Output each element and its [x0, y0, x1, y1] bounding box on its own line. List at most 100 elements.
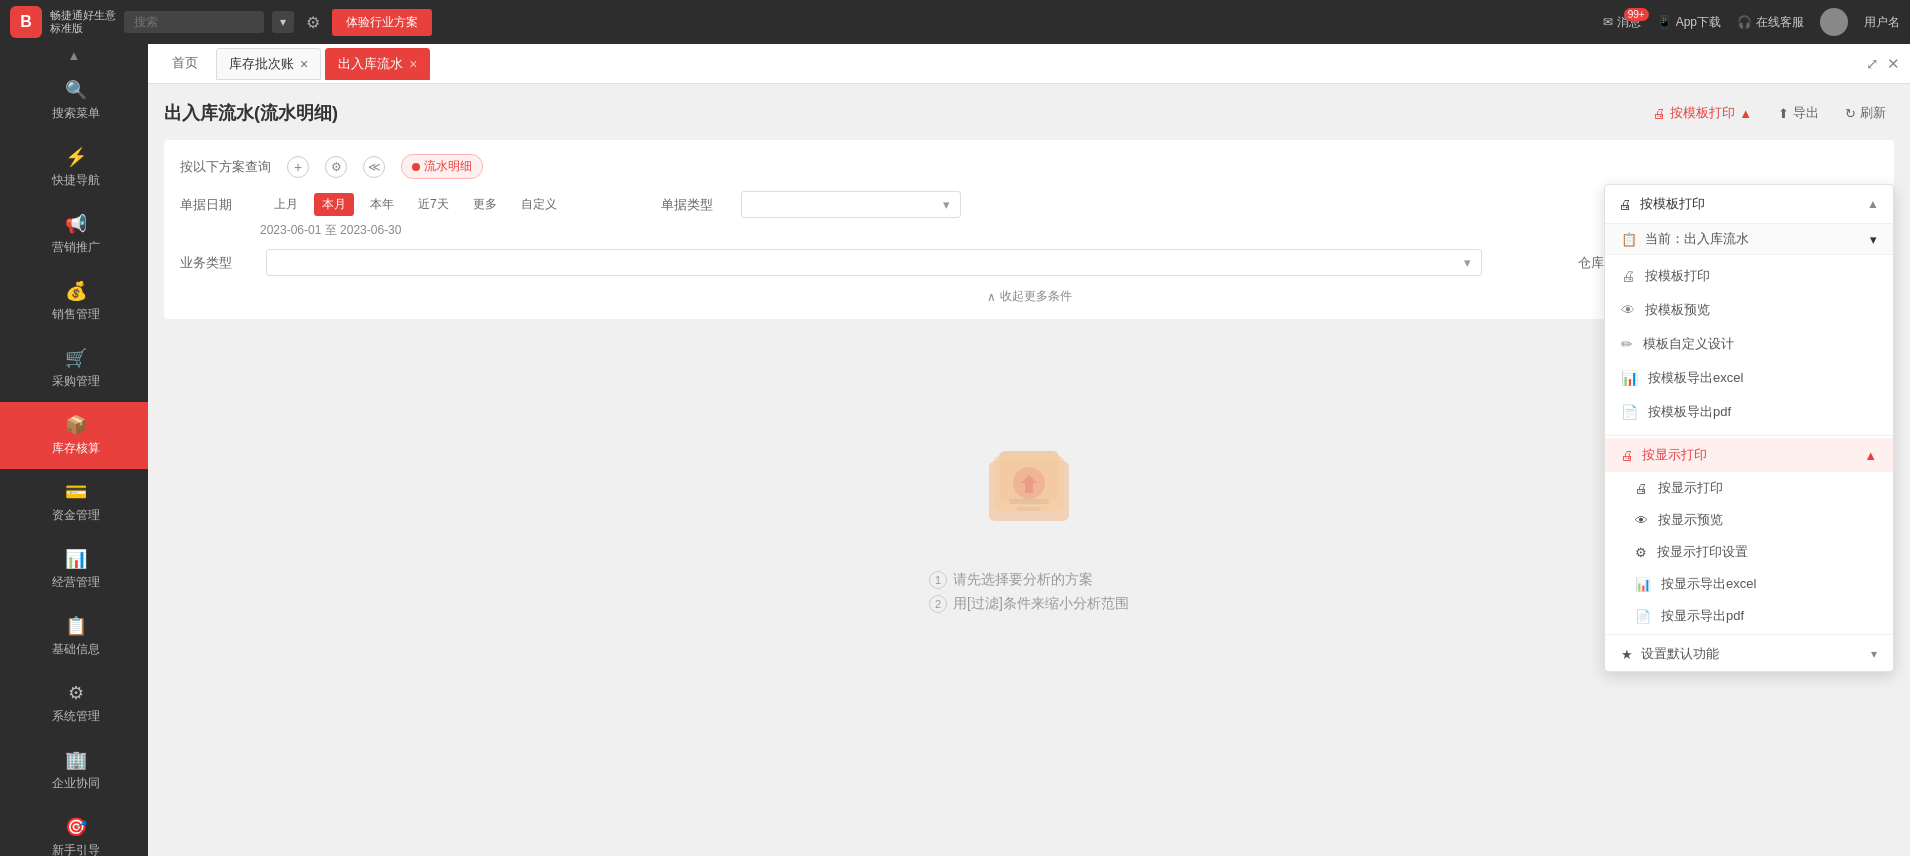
message-badge: 99+	[1624, 8, 1649, 21]
doc-type-select[interactable]: ▾	[741, 191, 961, 218]
template-preview-icon: 👁	[1621, 302, 1635, 318]
template-custom-icon: ✏	[1621, 336, 1633, 352]
business-type-select[interactable]: ▾	[266, 249, 1482, 276]
sidebar-item-label: 经营管理	[52, 574, 100, 591]
tab-close-flow-detail[interactable]: ×	[409, 56, 417, 72]
page-actions: 🖨 按模板打印 ▲ ⬆ 导出 ↻ 刷新	[1645, 100, 1894, 126]
filter-add-button[interactable]: +	[287, 156, 309, 178]
page-header: 出入库流水(流水明细) 🖨 按模板打印 ▲ ⬆ 导出 ↻ 刷新	[164, 100, 1894, 126]
search-menu-icon: 🔍	[65, 79, 87, 101]
sidebar-scroll-up[interactable]: ▲	[0, 44, 148, 67]
display-export-pdf-button[interactable]: 📄 按显示导出pdf	[1605, 600, 1893, 632]
date-btn-last-7-days[interactable]: 近7天	[410, 193, 457, 216]
flow-detail-tag[interactable]: 流水明细	[401, 154, 483, 179]
page-content: 出入库流水(流水明细) 🖨 按模板打印 ▲ ⬆ 导出 ↻ 刷新	[148, 84, 1910, 856]
export-icon: ⬆	[1778, 106, 1789, 121]
filter-collapse-button[interactable]: ≪	[363, 156, 385, 178]
filter-row-top: 按以下方案查询 + ⚙ ≪ 流水明细	[180, 154, 1878, 179]
sidebar-item-label: 新手引导	[52, 842, 100, 856]
app-download-button[interactable]: 📱 App下载	[1657, 14, 1721, 31]
template-export-excel-icon: 📊	[1621, 370, 1638, 386]
marketing-icon: 📢	[65, 213, 87, 235]
empty-state-illustration	[969, 431, 1089, 551]
tab-flow-detail[interactable]: 出入库流水 ×	[325, 48, 430, 80]
sidebar-item-label: 搜索菜单	[52, 105, 100, 122]
display-print-section-header[interactable]: 🖨 按显示打印 ▲	[1605, 438, 1893, 472]
sidebar-item-inventory[interactable]: 📦 库存核算	[0, 402, 148, 469]
current-dropdown-arrow: ▾	[1870, 232, 1877, 247]
date-btn-this-year[interactable]: 本年	[362, 193, 402, 216]
sidebar-item-basic-info[interactable]: 📋 基础信息	[0, 603, 148, 670]
sidebar-item-enterprise[interactable]: 🏢 企业协同	[0, 737, 148, 804]
sidebar-item-label: 库存核算	[52, 440, 100, 457]
maximize-icon[interactable]: ⤢	[1866, 55, 1879, 73]
refresh-icon: ↻	[1845, 106, 1856, 121]
print-header-icon: 🖨	[1619, 197, 1632, 212]
business-type-label: 业务类型	[180, 254, 250, 272]
sidebar-item-quick-nav[interactable]: ⚡ 快捷导航	[0, 134, 148, 201]
date-btn-custom[interactable]: 自定义	[513, 193, 565, 216]
display-export-excel-icon: 📊	[1635, 577, 1651, 592]
main-layout: ▲ 🔍 搜索菜单 ⚡ 快捷导航 📢 营销推广 💰 销售管理 🛒 采购管理 📦 库…	[0, 44, 1910, 856]
operations-icon: 📊	[65, 548, 87, 570]
display-export-pdf-icon: 📄	[1635, 609, 1651, 624]
dropdown-header[interactable]: 🖨 按模板打印 ▲	[1605, 185, 1893, 224]
sidebar-item-label: 快捷导航	[52, 172, 100, 189]
date-btn-this-month[interactable]: 本月	[314, 193, 354, 216]
sidebar-item-guide[interactable]: 🎯 新手引导	[0, 804, 148, 856]
template-print-section: 🖨 按模板打印 👁 按模板预览 ✏ 模板自定义设计 📊 按模板导出excel	[1605, 255, 1893, 433]
close-window-icon[interactable]: ✕	[1887, 55, 1900, 73]
sidebar-item-finance[interactable]: 💳 资金管理	[0, 469, 148, 536]
sidebar-item-system[interactable]: ⚙ 系统管理	[0, 670, 148, 737]
online-service-button[interactable]: 🎧 在线客服	[1737, 14, 1804, 31]
print-template-button[interactable]: 🖨 按模板打印 ▲	[1645, 100, 1760, 126]
message-icon: ✉	[1603, 15, 1613, 29]
empty-hints: 1 请先选择要分析的方案 2 用[过滤]条件来缩小分析范围	[929, 571, 1129, 619]
date-btn-last-month[interactable]: 上月	[266, 193, 306, 216]
template-print-button[interactable]: 🖨 按模板打印	[1605, 259, 1893, 293]
sidebar-item-label: 销售管理	[52, 306, 100, 323]
display-print-button[interactable]: 🖨 按显示打印	[1605, 472, 1893, 504]
user-avatar[interactable]	[1820, 8, 1848, 36]
template-custom-design-button[interactable]: ✏ 模板自定义设计	[1605, 327, 1893, 361]
date-range-label: 2023-06-01 至 2023-06-30	[260, 223, 401, 237]
industry-solution-button[interactable]: 体验行业方案	[332, 9, 432, 36]
username-label: 用户名	[1864, 14, 1900, 31]
dropdown-arrow-icon: ▲	[1739, 106, 1752, 121]
current-label-icon: 📋	[1621, 232, 1637, 247]
search-dropdown-button[interactable]: ▾	[272, 11, 294, 33]
date-btn-more[interactable]: 更多	[465, 193, 505, 216]
svg-rect-5	[1017, 507, 1041, 511]
tabbar: 首页 库存批次账 × 出入库流水 × ⤢ ✕	[148, 44, 1910, 84]
export-button[interactable]: ⬆ 导出	[1770, 100, 1827, 126]
template-export-pdf-button[interactable]: 📄 按模板导出pdf	[1605, 395, 1893, 429]
template-preview-button[interactable]: 👁 按模板预览	[1605, 293, 1893, 327]
svg-rect-4	[1009, 499, 1049, 504]
search-input[interactable]	[124, 11, 264, 33]
sidebar-item-search-menu[interactable]: 🔍 搜索菜单	[0, 67, 148, 134]
filter-settings-button[interactable]: ⚙	[325, 156, 347, 178]
sidebar-item-purchase[interactable]: 🛒 采购管理	[0, 335, 148, 402]
system-icon: ⚙	[68, 682, 84, 704]
headset-icon: 🎧	[1737, 15, 1752, 29]
dropdown-divider	[1605, 435, 1893, 436]
display-export-excel-button[interactable]: 📊 按显示导出excel	[1605, 568, 1893, 600]
current-indicator: 📋 当前：出入库流水 ▾	[1605, 224, 1893, 255]
refresh-button[interactable]: ↻ 刷新	[1837, 100, 1894, 126]
message-button[interactable]: ✉ 消息 99+	[1603, 14, 1641, 31]
dropdown-collapse-icon: ▲	[1867, 197, 1879, 211]
settings-icon[interactable]: ⚙	[306, 13, 320, 32]
hint-number-1: 1	[929, 571, 947, 589]
template-export-excel-button[interactable]: 📊 按模板导出excel	[1605, 361, 1893, 395]
set-default-section[interactable]: ★ 设置默认功能 ▾	[1605, 637, 1893, 671]
tab-batch-account[interactable]: 库存批次账 ×	[216, 48, 321, 80]
sidebar-item-sales[interactable]: 💰 销售管理	[0, 268, 148, 335]
sidebar-item-marketing[interactable]: 📢 营销推广	[0, 201, 148, 268]
sales-icon: 💰	[65, 280, 87, 302]
tab-home[interactable]: 首页	[158, 46, 212, 82]
sidebar-item-label: 系统管理	[52, 708, 100, 725]
sidebar-item-operations[interactable]: 📊 经营管理	[0, 536, 148, 603]
display-print-settings-button[interactable]: ⚙ 按显示打印设置	[1605, 536, 1893, 568]
tab-close-batch-account[interactable]: ×	[300, 56, 308, 72]
display-preview-button[interactable]: 👁 按显示预览	[1605, 504, 1893, 536]
